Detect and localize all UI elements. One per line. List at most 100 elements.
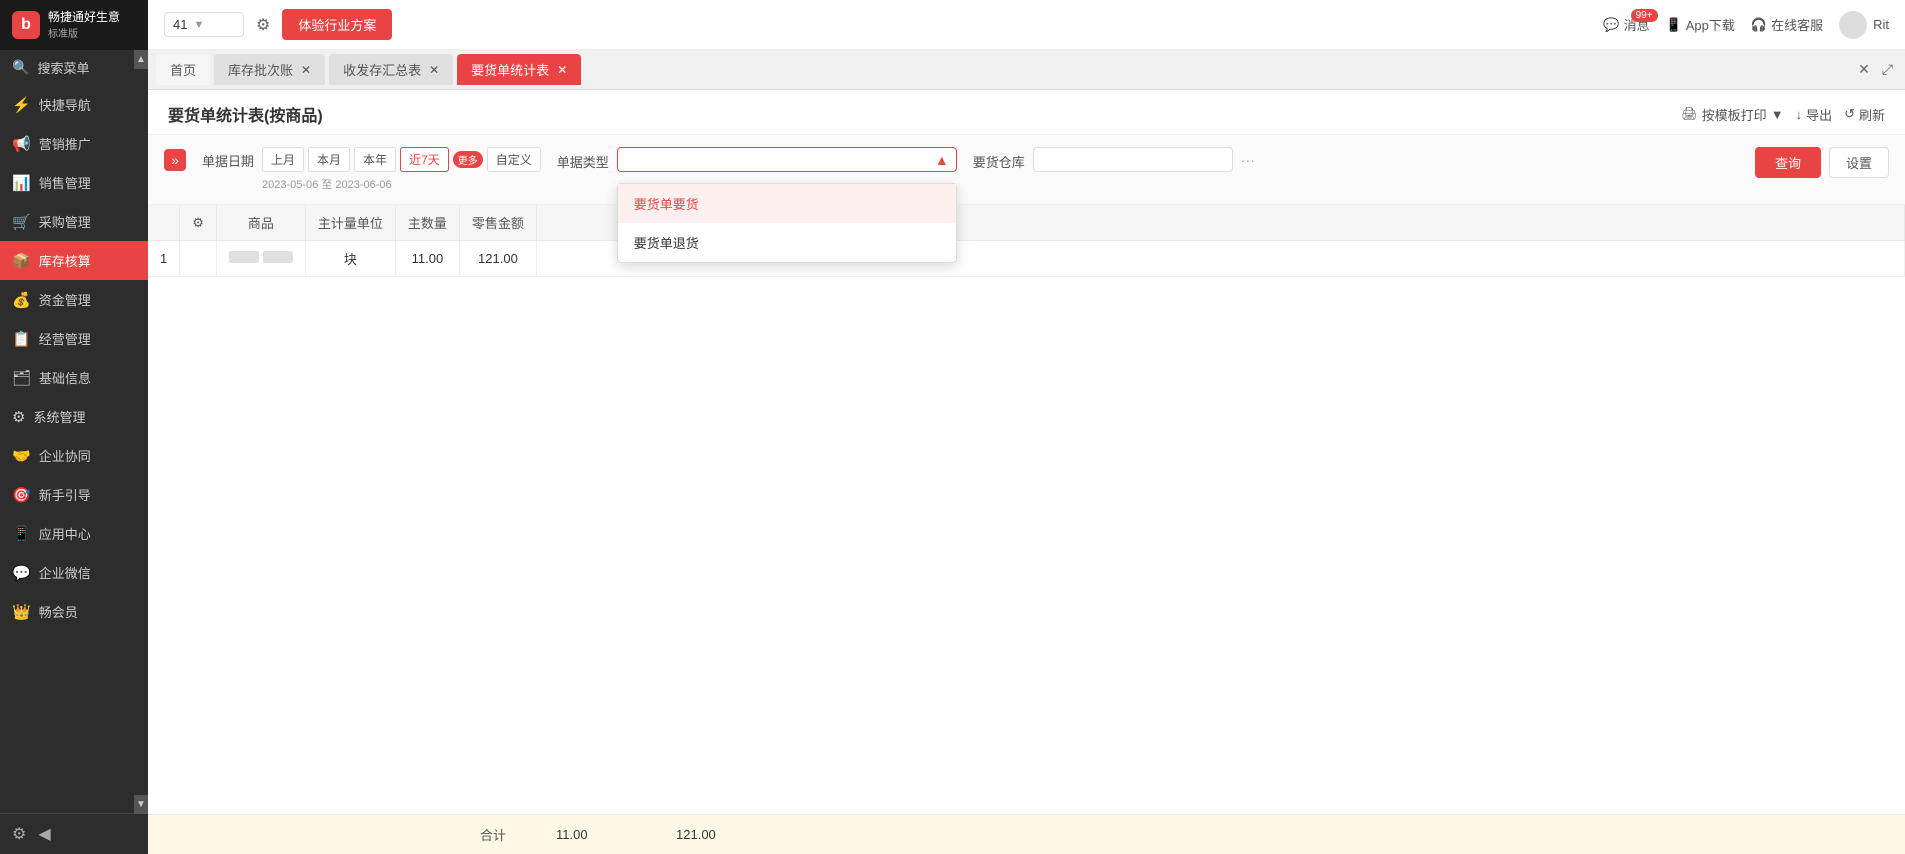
sidebar-item-finance[interactable]: 💰 资金管理 (0, 280, 148, 319)
date-btn-last-month[interactable]: 上月 (262, 147, 304, 172)
date-more-badge[interactable]: 更多 (453, 151, 483, 168)
warehouse-more-icon[interactable]: ··· (1241, 152, 1255, 168)
sidebar-item-label: 应用中心 (39, 524, 91, 543)
tabs-bar: 首页 库存批次账 ✕ 收发存汇总表 ✕ 要货单统计表 ✕ ✕ ⤢ (148, 50, 1905, 90)
sidebar-item-label: 企业微信 (39, 563, 91, 582)
warehouse-label: 要货仓库 (973, 148, 1025, 171)
footer-quantity: 11.00 (556, 827, 676, 842)
sidebar-scroll-down[interactable]: ▼ (134, 795, 148, 814)
tab-expand[interactable]: ⤢ (1878, 59, 1897, 80)
footer-amount: 121.00 (676, 827, 716, 842)
sidebar-item-label: 快捷导航 (39, 95, 91, 114)
message-notification[interactable]: 💬 消息 99+ (1603, 15, 1649, 34)
tab-home-label: 首页 (170, 60, 196, 79)
sidebar-item-wechat[interactable]: 💬 企业微信 (0, 553, 148, 592)
app-center-icon: 📱 (12, 525, 31, 543)
sidebar-item-quick-nav[interactable]: ⚡ 快捷导航 (0, 85, 148, 124)
sidebar-item-label: 新手引导 (39, 485, 91, 504)
sidebar-item-member[interactable]: 👑 畅会员 (0, 592, 148, 631)
tab-home[interactable]: 首页 (156, 54, 210, 85)
system-icon: ⚙ (12, 408, 25, 426)
operations-icon: 📋 (12, 330, 31, 348)
content: 要货单统计表(按商品) 🖨 按模板打印 ▼ ↓ 导出 ↺ 刷新 » (148, 90, 1905, 854)
sidebar-item-label: 销售管理 (39, 173, 91, 192)
topbar-gear-button[interactable]: ⚙ (256, 15, 270, 35)
filter-actions: 查询 设置 (1755, 147, 1889, 178)
tab-goods-stat-close[interactable]: ✕ (557, 63, 567, 77)
user-info[interactable]: Rit (1839, 11, 1889, 39)
tab-inventory-batch[interactable]: 库存批次账 ✕ (214, 54, 325, 85)
collapse-icon[interactable]: ◀ (38, 824, 50, 844)
type-select-input[interactable] (617, 147, 957, 172)
settings-bottom-icon[interactable]: ⚙ (12, 824, 26, 844)
sidebar-search[interactable]: 🔍 搜索菜单 (0, 50, 148, 85)
sidebar-scroll-up[interactable]: ▲ (134, 50, 148, 69)
cell-product (216, 241, 305, 277)
refresh-button[interactable]: ↺ 刷新 (1844, 105, 1885, 124)
selector-arrow: ▼ (193, 19, 204, 31)
page-header: 要货单统计表(按商品) 🖨 按模板打印 ▼ ↓ 导出 ↺ 刷新 (148, 90, 1905, 135)
print-arrow: ▼ (1771, 107, 1784, 122)
sidebar-item-label: 采购管理 (39, 212, 91, 231)
tab-goods-stat[interactable]: 要货单统计表 ✕ (457, 54, 581, 85)
filter-expand-button[interactable]: » (164, 149, 186, 171)
sidebar-item-app-center[interactable]: 📱 应用中心 (0, 514, 148, 553)
dropdown-option-1[interactable]: 要货单要货 (618, 184, 956, 223)
company-selector[interactable]: 41 ▼ (164, 12, 244, 37)
date-btn-custom[interactable]: 自定义 (487, 147, 541, 172)
industry-button[interactable]: 体验行业方案 (282, 9, 392, 40)
tabs-controls: ✕ ⤢ (1854, 59, 1897, 80)
page-title: 要货单统计表(按商品) (168, 102, 323, 126)
type-dropdown-arrow[interactable]: ▲ (935, 152, 949, 168)
topbar-left: 41 ▼ ⚙ 体验行业方案 (164, 9, 392, 40)
filter-settings-button[interactable]: 设置 (1829, 147, 1889, 178)
topbar: 41 ▼ ⚙ 体验行业方案 💬 消息 99+ 📱 App下载 🎧 在线客服 (148, 0, 1905, 50)
inventory-icon: 📦 (12, 252, 31, 270)
message-badge: 99+ (1631, 9, 1658, 22)
export-label: 导出 (1806, 105, 1832, 124)
type-label: 单据类型 (557, 148, 609, 171)
tab-close-all[interactable]: ✕ (1854, 59, 1874, 80)
col-gear[interactable]: ⚙ (180, 205, 217, 241)
type-select-wrapper: ▲ 要货单要货 要货单退货 (617, 147, 957, 172)
tab-collect-summary[interactable]: 收发存汇总表 ✕ (329, 54, 453, 85)
sidebar-item-label: 资金管理 (39, 290, 91, 309)
search-icon: 🔍 (12, 59, 29, 76)
user-name: Rit (1873, 17, 1889, 32)
footer-label: 合计 (480, 825, 506, 844)
tab-collect-summary-close[interactable]: ✕ (429, 63, 439, 77)
tab-inventory-batch-label: 库存批次账 (228, 60, 293, 79)
sidebar-item-enterprise[interactable]: 🤝 企业协同 (0, 436, 148, 475)
sidebar-item-system[interactable]: ⚙ 系统管理 (0, 397, 148, 436)
logo: b 畅捷通好生意 标准版 (0, 0, 148, 50)
tab-inventory-batch-close[interactable]: ✕ (301, 63, 311, 77)
sidebar-item-inventory[interactable]: 📦 库存核算 (0, 241, 148, 280)
company-value: 41 (173, 17, 187, 32)
export-icon: ↓ (1796, 107, 1803, 122)
warehouse-input[interactable] (1033, 147, 1233, 172)
wechat-icon: 💬 (12, 564, 31, 582)
service-icon: 🎧 (1751, 17, 1767, 33)
online-service[interactable]: 🎧 在线客服 (1751, 15, 1823, 34)
dropdown-option-2[interactable]: 要货单退货 (618, 223, 956, 262)
product-placeholder (229, 251, 293, 263)
export-button[interactable]: ↓ 导出 (1796, 105, 1833, 124)
sidebar-item-operations[interactable]: 📋 经营管理 (0, 319, 148, 358)
table-header-row: ⚙ 商品 主计量单位 主数量 零售金额 (148, 205, 1905, 241)
sidebar-item-guide[interactable]: 🎯 新手引导 (0, 475, 148, 514)
sidebar-item-label: 经营管理 (39, 329, 91, 348)
sidebar-item-purchase[interactable]: 🛒 采购管理 (0, 202, 148, 241)
warehouse-filter-group: 要货仓库 ··· (973, 147, 1255, 172)
date-btn-this-year[interactable]: 本年 (354, 147, 396, 172)
date-btn-7days[interactable]: 近7天 (400, 147, 449, 172)
sidebar-item-marketing[interactable]: 📢 营销推广 (0, 124, 148, 163)
date-label: 单据日期 (202, 147, 254, 170)
date-btn-this-month[interactable]: 本月 (308, 147, 350, 172)
app-download[interactable]: 📱 App下载 (1666, 15, 1735, 34)
sidebar-item-base-info[interactable]: 🗂 基础信息 (0, 358, 148, 397)
date-filter-group: 单据日期 上月 本月 本年 近7天 更多 自定义 2023-05-06 至 20… (202, 147, 541, 192)
sidebar-item-sales[interactable]: 📊 销售管理 (0, 163, 148, 202)
print-button[interactable]: 🖨 按模板打印 ▼ (1681, 105, 1783, 124)
query-button[interactable]: 查询 (1755, 147, 1821, 178)
filter-bar: » 单据日期 上月 本月 本年 近7天 更多 自定义 2023-05-06 至 … (148, 135, 1905, 205)
